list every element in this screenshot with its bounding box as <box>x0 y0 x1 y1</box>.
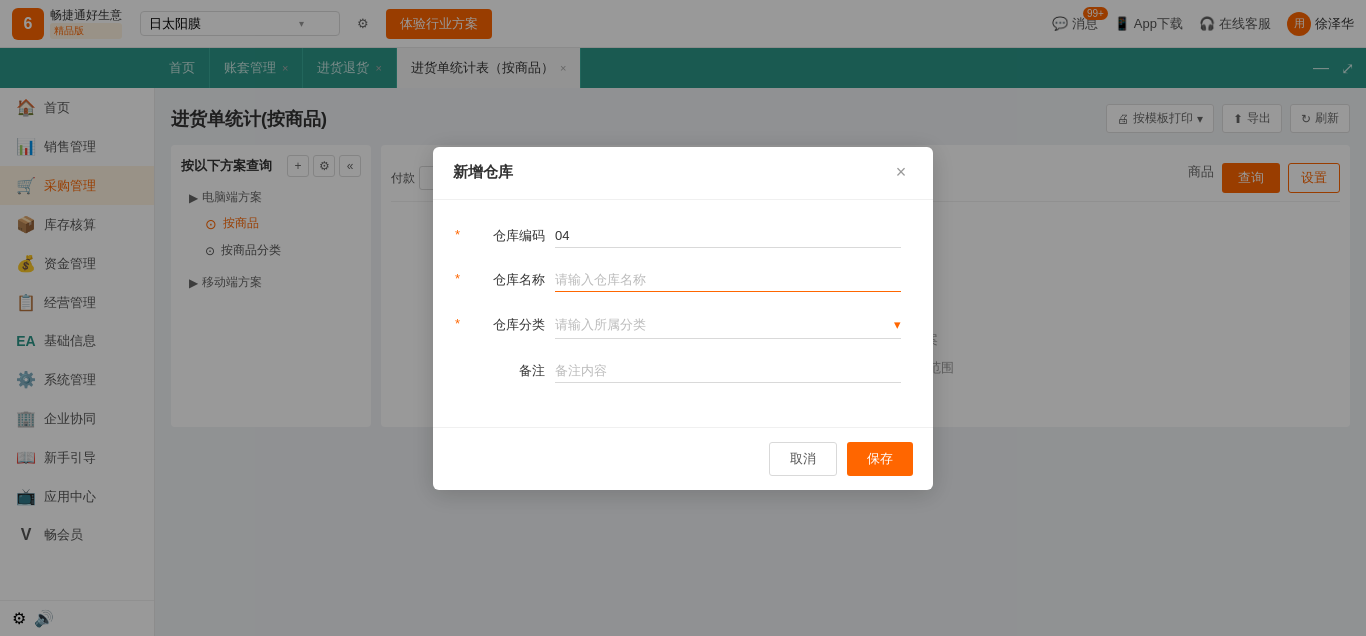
category-dropdown-icon: ▾ <box>894 317 901 332</box>
save-button[interactable]: 保存 <box>847 442 913 476</box>
modal-body: 仓库编码 仓库名称 仓库分类 请输入所属分类 ▾ 备注 <box>433 200 933 427</box>
cancel-button[interactable]: 取消 <box>769 442 837 476</box>
modal-close-button[interactable]: × <box>889 161 913 185</box>
category-select[interactable]: 请输入所属分类 ▾ <box>555 312 901 339</box>
modal-overlay: 新增仓库 × 仓库编码 仓库名称 仓库分类 请输入所属分类 ▾ <box>0 0 1366 636</box>
form-row-note: 备注 <box>465 359 901 383</box>
modal-footer: 取消 保存 <box>433 427 933 490</box>
code-label: 仓库编码 <box>465 227 545 245</box>
category-placeholder: 请输入所属分类 <box>555 316 646 334</box>
name-label: 仓库名称 <box>465 271 545 289</box>
form-row-code: 仓库编码 <box>465 224 901 248</box>
note-label: 备注 <box>465 362 545 380</box>
name-input[interactable] <box>555 268 901 292</box>
category-label: 仓库分类 <box>465 316 545 334</box>
note-input[interactable] <box>555 359 901 383</box>
add-warehouse-modal: 新增仓库 × 仓库编码 仓库名称 仓库分类 请输入所属分类 ▾ <box>433 147 933 490</box>
modal-title: 新增仓库 <box>453 163 513 182</box>
form-row-name: 仓库名称 <box>465 268 901 292</box>
modal-header: 新增仓库 × <box>433 147 933 200</box>
form-row-category: 仓库分类 请输入所属分类 ▾ <box>465 312 901 339</box>
code-input[interactable] <box>555 224 901 248</box>
